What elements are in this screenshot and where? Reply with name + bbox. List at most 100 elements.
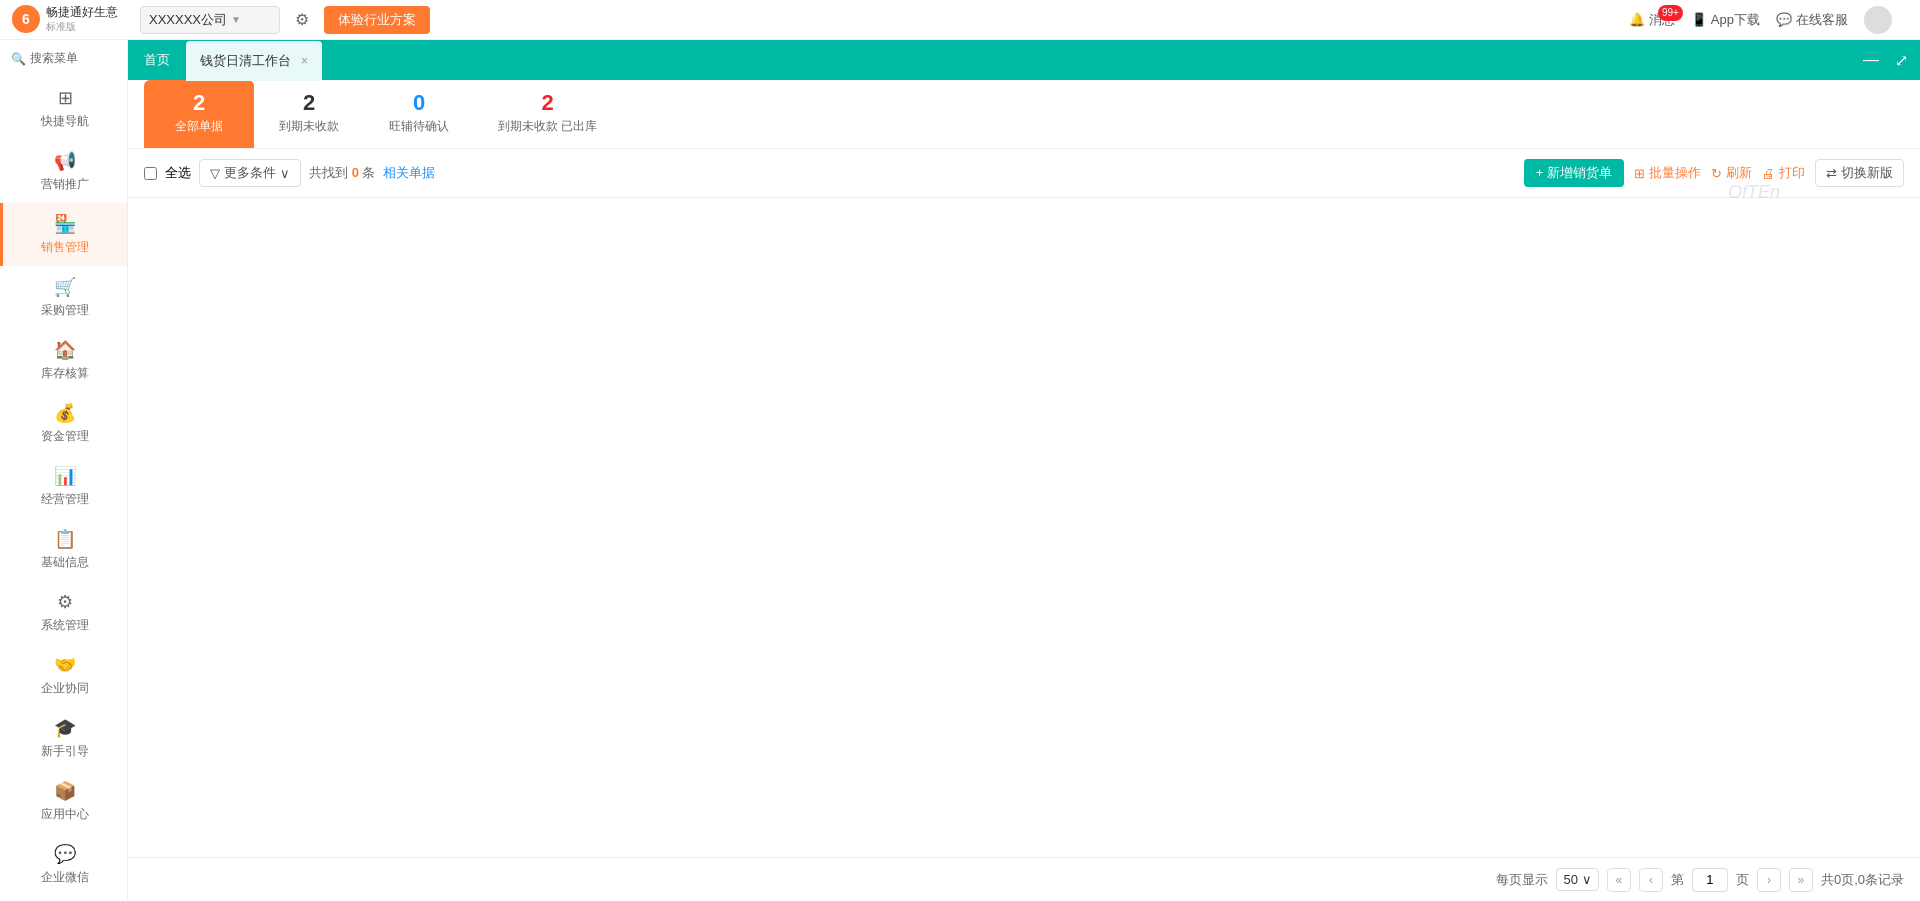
toolbar-left: 全选 ▽ 更多条件 ∨ 共找到 0 条 相关单据 bbox=[144, 159, 1512, 187]
sidebar-label-marketing: 营销推广 bbox=[41, 176, 89, 193]
filter-button[interactable]: ▽ 更多条件 ∨ bbox=[199, 159, 301, 187]
sidebar-item-search[interactable]: 🔍 搜索菜单 bbox=[0, 40, 127, 77]
bell-icon: 🔔 bbox=[1629, 12, 1645, 27]
stat-tab-overdue-shipped[interactable]: 2 到期未收款 已出库 bbox=[474, 80, 621, 148]
sidebar-label-wechat: 企业微信 bbox=[41, 869, 89, 886]
tab-bar-actions: — ⤢ bbox=[1859, 47, 1920, 74]
sidebar-item-sales[interactable]: 🏪 销售管理 bbox=[0, 203, 127, 266]
sidebar-label-purchase: 采购管理 bbox=[41, 302, 89, 319]
avatar[interactable] bbox=[1864, 6, 1892, 34]
sidebar-item-quick-nav[interactable]: ⊞ 快捷导航 bbox=[0, 77, 127, 140]
select-all-label: 全选 bbox=[165, 164, 191, 182]
found-unit: 条 bbox=[362, 165, 375, 180]
stat-label-overdue-shipped: 到期未收款 已出库 bbox=[498, 118, 597, 135]
main-layout: 🔍 搜索菜单 ⊞ 快捷导航 📢 营销推广 🏪 销售管理 🛒 采购管理 🏠 库存核… bbox=[0, 40, 1920, 901]
filter-label: 更多条件 bbox=[224, 164, 276, 182]
megaphone-icon: 📢 bbox=[54, 150, 76, 172]
next-page-button[interactable]: › bbox=[1757, 868, 1781, 892]
batch-operation-button[interactable]: ⊞ 批量操作 bbox=[1634, 164, 1701, 182]
stat-tab-pending[interactable]: 0 旺辅待确认 bbox=[364, 80, 474, 148]
toolbar-right: + 新增销货单 ⊞ 批量操作 ↻ 刷新 🖨 打印 ⇄ bbox=[1524, 159, 1904, 187]
tab-maximize-icon[interactable]: ⤢ bbox=[1891, 47, 1912, 74]
page-word-prefix: 第 bbox=[1671, 871, 1684, 889]
app-download-button[interactable]: 📱 App下载 bbox=[1691, 11, 1760, 29]
sidebar-label-operations: 经营管理 bbox=[41, 491, 89, 508]
print-button[interactable]: 🖨 打印 bbox=[1762, 164, 1805, 182]
found-link[interactable]: 相关单据 bbox=[383, 164, 435, 182]
sidebar-item-system[interactable]: ⚙ 系统管理 bbox=[0, 581, 127, 644]
sidebar-label-basic-info: 基础信息 bbox=[41, 554, 89, 571]
system-icon: ⚙ bbox=[57, 591, 73, 613]
tab-close-icon[interactable]: × bbox=[301, 54, 308, 68]
stat-num-overdue-shipped: 2 bbox=[542, 90, 554, 116]
trial-button[interactable]: 体验行业方案 bbox=[324, 6, 430, 34]
switch-label: 切换新版 bbox=[1841, 164, 1893, 182]
switch-version-button[interactable]: ⇄ 切换新版 bbox=[1815, 159, 1904, 187]
online-service-button[interactable]: 💬 在线客服 bbox=[1776, 11, 1848, 29]
sidebar: 🔍 搜索菜单 ⊞ 快捷导航 📢 营销推广 🏪 销售管理 🛒 采购管理 🏠 库存核… bbox=[0, 40, 128, 901]
stat-num-overdue: 2 bbox=[303, 90, 315, 116]
sidebar-item-warehouse[interactable]: 🏠 库存核算 bbox=[0, 329, 127, 392]
stat-label-pending: 旺辅待确认 bbox=[389, 118, 449, 135]
sidebar-item-operations[interactable]: 📊 经营管理 bbox=[0, 455, 127, 518]
warehouse-icon: 🏠 bbox=[54, 339, 76, 361]
shop-icon: 🏪 bbox=[54, 213, 76, 235]
prev-page-button[interactable]: ‹ bbox=[1639, 868, 1663, 892]
last-page-button[interactable]: » bbox=[1789, 868, 1813, 892]
found-text: 共找到 0 条 bbox=[309, 164, 375, 182]
sidebar-item-enterprise[interactable]: 🤝 企业协同 bbox=[0, 644, 127, 707]
first-page-button[interactable]: « bbox=[1607, 868, 1631, 892]
sidebar-item-guide[interactable]: 🎓 新手引导 bbox=[0, 707, 127, 770]
right-content: 首页 钱货日清工作台 × — ⤢ 2 全部单据 2 到期未收款 bbox=[128, 40, 1920, 901]
sidebar-label-app-center: 应用中心 bbox=[41, 806, 89, 823]
refresh-icon: ↻ bbox=[1711, 166, 1722, 181]
logo-text: 畅捷通好生意 bbox=[46, 5, 118, 19]
stat-tab-overdue[interactable]: 2 到期未收款 bbox=[254, 80, 364, 148]
tab-home[interactable]: 首页 bbox=[128, 40, 186, 80]
content-area: 2 全部单据 2 到期未收款 0 旺辅待确认 2 到期未收款 已出库 bbox=[128, 80, 1920, 901]
sidebar-label-finance: 资金管理 bbox=[41, 428, 89, 445]
app-download-label: App下载 bbox=[1711, 11, 1760, 29]
stat-label-all: 全部单据 bbox=[175, 118, 223, 135]
finance-icon: 💰 bbox=[54, 402, 76, 424]
stats-tabs: 2 全部单据 2 到期未收款 0 旺辅待确认 2 到期未收款 已出库 bbox=[128, 80, 1920, 149]
tab-minimize-icon[interactable]: — bbox=[1859, 47, 1883, 73]
add-sales-order-button[interactable]: + 新增销货单 bbox=[1524, 159, 1624, 187]
info-icon: 📋 bbox=[54, 528, 76, 550]
page-size-value: 50 bbox=[1563, 872, 1577, 887]
sidebar-label-guide: 新手引导 bbox=[41, 743, 89, 760]
tab-workbench[interactable]: 钱货日清工作台 × bbox=[186, 41, 322, 81]
top-header: 6 畅捷通好生意 标准版 XXXXXX公司 ▼ ⚙ 体验行业方案 🔔 消息 99… bbox=[0, 0, 1920, 40]
found-prefix: 共找到 bbox=[309, 165, 348, 180]
service-icon: 💬 bbox=[1776, 12, 1792, 27]
chevron-down-icon: ∨ bbox=[280, 166, 290, 181]
select-all-checkbox[interactable] bbox=[144, 167, 157, 180]
settings-icon[interactable]: ⚙ bbox=[288, 6, 316, 34]
sidebar-label-warehouse: 库存核算 bbox=[41, 365, 89, 382]
pagination-bar: 每页显示 50 ∨ « ‹ 第 页 › » 共0页,0条记录 bbox=[128, 857, 1920, 901]
company-selector[interactable]: XXXXXX公司 ▼ bbox=[140, 6, 280, 34]
current-page-input[interactable] bbox=[1692, 868, 1728, 892]
logo-icon: 6 bbox=[12, 5, 40, 33]
wechat-icon: 💬 bbox=[54, 843, 76, 865]
page-size-select[interactable]: 50 ∨ bbox=[1556, 868, 1598, 891]
app-center-icon: 📦 bbox=[54, 780, 76, 802]
sidebar-item-finance[interactable]: 💰 资金管理 bbox=[0, 392, 127, 455]
enterprise-icon: 🤝 bbox=[54, 654, 76, 676]
messages-button[interactable]: 🔔 消息 99+ bbox=[1629, 11, 1675, 29]
print-label: 打印 bbox=[1779, 164, 1805, 182]
online-service-label: 在线客服 bbox=[1796, 11, 1848, 29]
sidebar-item-marketing[interactable]: 📢 营销推广 bbox=[0, 140, 127, 203]
refresh-button[interactable]: ↻ 刷新 bbox=[1711, 164, 1752, 182]
stat-label-overdue: 到期未收款 bbox=[279, 118, 339, 135]
sidebar-label-system: 系统管理 bbox=[41, 617, 89, 634]
guide-icon: 🎓 bbox=[54, 717, 76, 739]
sidebar-item-purchase[interactable]: 🛒 采购管理 bbox=[0, 266, 127, 329]
stat-tab-all[interactable]: 2 全部单据 bbox=[144, 80, 254, 148]
sidebar-item-basic-info[interactable]: 📋 基础信息 bbox=[0, 518, 127, 581]
toolbar: 全选 ▽ 更多条件 ∨ 共找到 0 条 相关单据 + 新增销货单 bbox=[128, 149, 1920, 198]
sidebar-item-app-center[interactable]: 📦 应用中心 bbox=[0, 770, 127, 833]
sidebar-item-member[interactable]: V 畅会员 bbox=[0, 896, 127, 901]
printer-icon: 🖨 bbox=[1762, 166, 1775, 181]
sidebar-item-wechat[interactable]: 💬 企业微信 bbox=[0, 833, 127, 896]
